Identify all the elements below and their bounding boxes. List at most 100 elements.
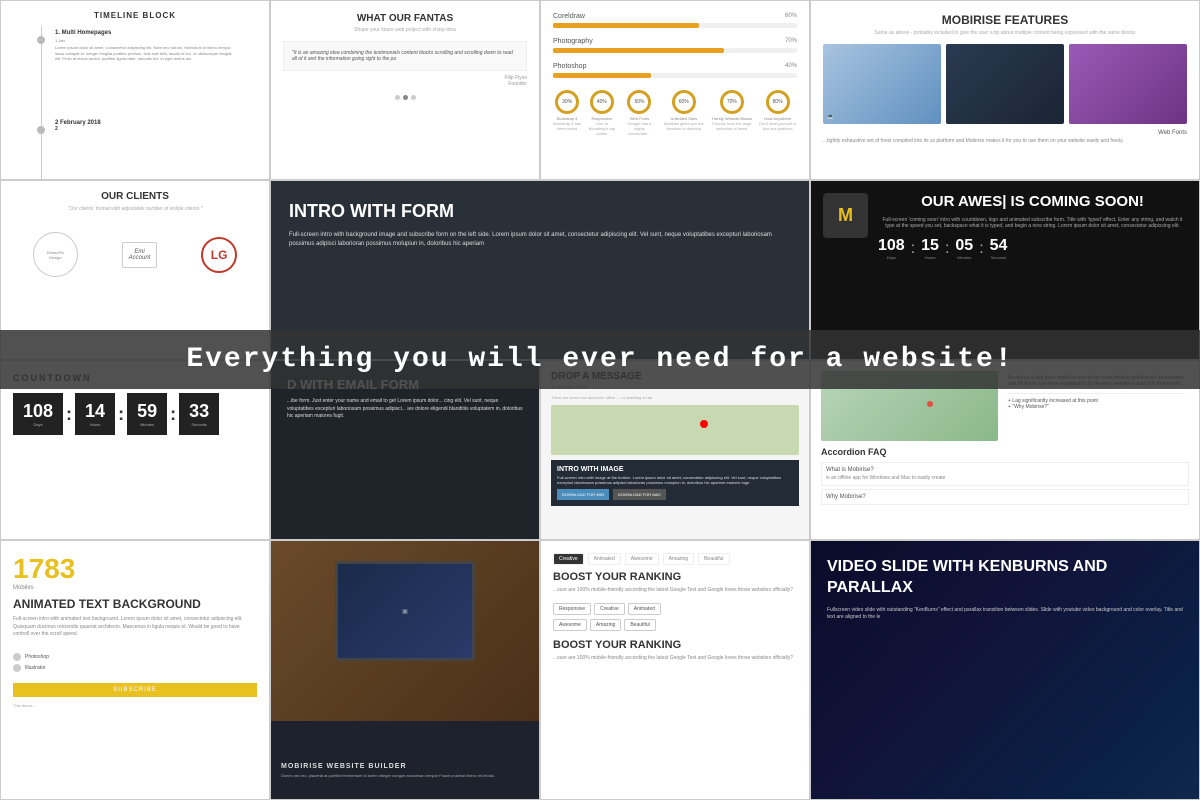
mobirise-features-title: MOBIRISE FEATURES (823, 13, 1187, 27)
tab-beautiful[interactable]: Beautiful (698, 553, 729, 565)
pie-responsive: 40% Responsive One of Bootstrap's top po… (587, 90, 616, 136)
intro-image-section: INTRO WITH IMAGE Full-screen intro with … (551, 460, 799, 506)
boost-tabs-1: Creative Animated Awesome Amazing Beauti… (553, 553, 797, 565)
cd-days-label: Days (878, 255, 905, 260)
subscribe-button[interactable]: SUBSCRIBE (13, 683, 257, 697)
panel-fantastas: WHAT OUR FANTAS Shape your future web pr… (270, 0, 540, 180)
skill-coreldraw-label: Coreldraw (553, 13, 585, 20)
photoshop-bar-bg (553, 73, 797, 78)
cd2-seconds: 33 Seconds (179, 393, 219, 435)
cd2-hours: 14 Hours (75, 393, 115, 435)
boost-tabs-2: Responsive Creative Animated (553, 603, 797, 615)
photography-bar-bg (553, 48, 797, 53)
cd-minutes: 05 Minutes (955, 237, 973, 260)
cd-minutes-label: Minutes (955, 255, 973, 260)
tab-creative[interactable]: Creative (553, 553, 584, 565)
video-slide-desc: Fullscreen video slide with outstanding … (827, 607, 1183, 622)
boost-title-2: BOOST YOUR RANKING (553, 639, 797, 651)
sep1: : (911, 240, 915, 258)
banner-text: Everything you will ever need for a webs… (0, 344, 1200, 375)
panel-dark-laptop: ▣ MOBIRISE WEBSITE BUILDER Donec nec leo… (270, 540, 540, 800)
pie-host: 80% Host Anywhere Don't limit yourself i… (758, 90, 797, 136)
cd2-hours-label: Hours (85, 422, 105, 427)
big-number-label: Mobiles (13, 585, 257, 591)
pie-trendy: 70% Trendy Website Blocks Choose from th… (711, 90, 752, 136)
big-number: 1783 (13, 553, 257, 585)
timeline-item1: 1. Multi Homepages (55, 30, 235, 36)
cd-seconds-label: Seconds (990, 255, 1008, 260)
quote-text: "It is an amazing idea combining the tes… (292, 50, 513, 62)
skill-photography: Photography 70% (553, 38, 797, 53)
mob-img-2 (946, 44, 1064, 124)
tab-awesome[interactable]: Awesome (625, 553, 659, 565)
panel-boost-ranking: Creative Animated Awesome Amazing Beauti… (540, 540, 810, 800)
dot-2 (403, 95, 408, 100)
clients-subtitle: "Our clients' format with adjustable num… (11, 206, 259, 212)
intro-form-title: INTRO WITH FORM (289, 201, 791, 223)
pie-charts-row: 30% Bootstrap 4 Bootstrap 4 has been not… (553, 90, 797, 136)
video-slide-title: VIDEO SLIDE WITH KENBURNS AND PARALLAX (827, 557, 1183, 599)
dots-nav (283, 95, 527, 100)
mob-builder-desc1: Donec nec leo, placerat at porttitor fer… (281, 773, 529, 779)
coreldraw-bar-bg (553, 23, 797, 28)
cd-days: 108 Days (878, 237, 905, 260)
mob-builder-title: MOBIRISE WEBSITE BUILDER (281, 763, 529, 770)
web-fonts-desc: ...tightly exhaustive set of fonts compi… (823, 138, 1187, 144)
faq-item-2[interactable]: Why Mobirise? (821, 489, 1189, 505)
boost-title: BOOST YOUR RANKING (553, 571, 797, 583)
cd2-days-val: 108 (23, 401, 53, 422)
logo-lg: LG (201, 237, 237, 273)
tab3-beautiful[interactable]: Beautiful (624, 619, 655, 631)
skill-photoshop: Photoshop 40% (553, 63, 797, 78)
tab3-amazing[interactable]: Amazing (590, 619, 621, 631)
laptop-bg: ▣ (271, 541, 539, 721)
panel-mobirise-features: MOBIRISE FEATURES Same as above - probab… (810, 0, 1200, 180)
cd2-minutes: 59 Minutes (127, 393, 167, 435)
photography-bar-fill (553, 48, 724, 53)
screenshot-container: TIMELINE BLOCK 1. Multi Homepages 1 Jan … (0, 0, 1200, 800)
author-title: Founder (508, 81, 527, 87)
cd-hours-label: Hours (921, 255, 939, 260)
pie-unlimited: 60% Unlimited Sites Mobirise gives you t… (662, 90, 705, 136)
tab2-responsive[interactable]: Responsive (553, 603, 591, 615)
timeline-item2: 2 (55, 126, 235, 132)
faq-title: Accordion FAQ (821, 447, 1189, 457)
animated-text-title: ANIMATED TEXT BACKGROUND (13, 597, 257, 611)
skill-illustrator-item: Illustrator (13, 664, 257, 672)
animated-text-note: This theme... (13, 703, 257, 708)
panel-timeline: TIMELINE BLOCK 1. Multi Homepages 1 Jan … (0, 0, 270, 180)
download-win-button[interactable]: DOWNLOAD FOR WIN (557, 489, 609, 500)
mobirise-images-row: 💻 (823, 44, 1187, 124)
panel-video-slide: VIDEO SLIDE WITH KENBURNS AND PARALLAX F… (810, 540, 1200, 800)
photoshop-bar-fill (553, 73, 651, 78)
skill-photoshop-name: Photoshop (25, 654, 49, 660)
pie-webfonts: 50% Web Fonts Google has a highly recomm… (623, 90, 657, 136)
email-form-desc: ...ibe form. Just enter your name and em… (287, 398, 523, 421)
faq-a1: is an offline app for Windows and Mac to… (826, 475, 1184, 481)
sep2: : (945, 240, 949, 258)
cd-seconds: 54 Seconds (990, 237, 1008, 260)
skill-coreldraw-pct: 60% (785, 13, 797, 23)
date-hint: 1 Jan (55, 38, 65, 43)
intro-form-desc: Full-screen intro with background image … (289, 231, 791, 249)
intro-image-title: INTRO WITH IMAGE (557, 466, 793, 473)
mobirise-features-subtitle: Same as above - probably included to giv… (823, 30, 1187, 36)
laptop-screen: ▣ (335, 561, 475, 661)
panel-animated-text: 1783 Mobiles ANIMATED TEXT BACKGROUND Fu… (0, 540, 270, 800)
cd2-minutes-label: Minutes (137, 422, 157, 427)
cd2-sep3: : (170, 404, 176, 425)
animated-text-desc: Full-screen intro with animated text bac… (13, 616, 257, 639)
tab-animated[interactable]: Animated (588, 553, 621, 565)
testimonial-quote: "It is an amazing idea combining the tes… (283, 41, 527, 71)
tab-amazing[interactable]: Amazing (663, 553, 694, 565)
cd-hours: 15 Hours (921, 237, 939, 260)
tab2-animated[interactable]: Animated (628, 603, 661, 615)
dot-1 (395, 95, 400, 100)
web-fonts-label: Web Fonts (823, 130, 1187, 136)
tab2-creative[interactable]: Creative (594, 603, 625, 615)
cd-hours-val: 15 (921, 237, 939, 255)
tab3-awesome[interactable]: Awesome (553, 619, 587, 631)
faq-q1: What is Mobirise? (826, 467, 1184, 473)
download-mac-button[interactable]: DOWNLOAD FOR MAC (613, 489, 666, 500)
cd2-minutes-val: 59 (137, 401, 157, 422)
